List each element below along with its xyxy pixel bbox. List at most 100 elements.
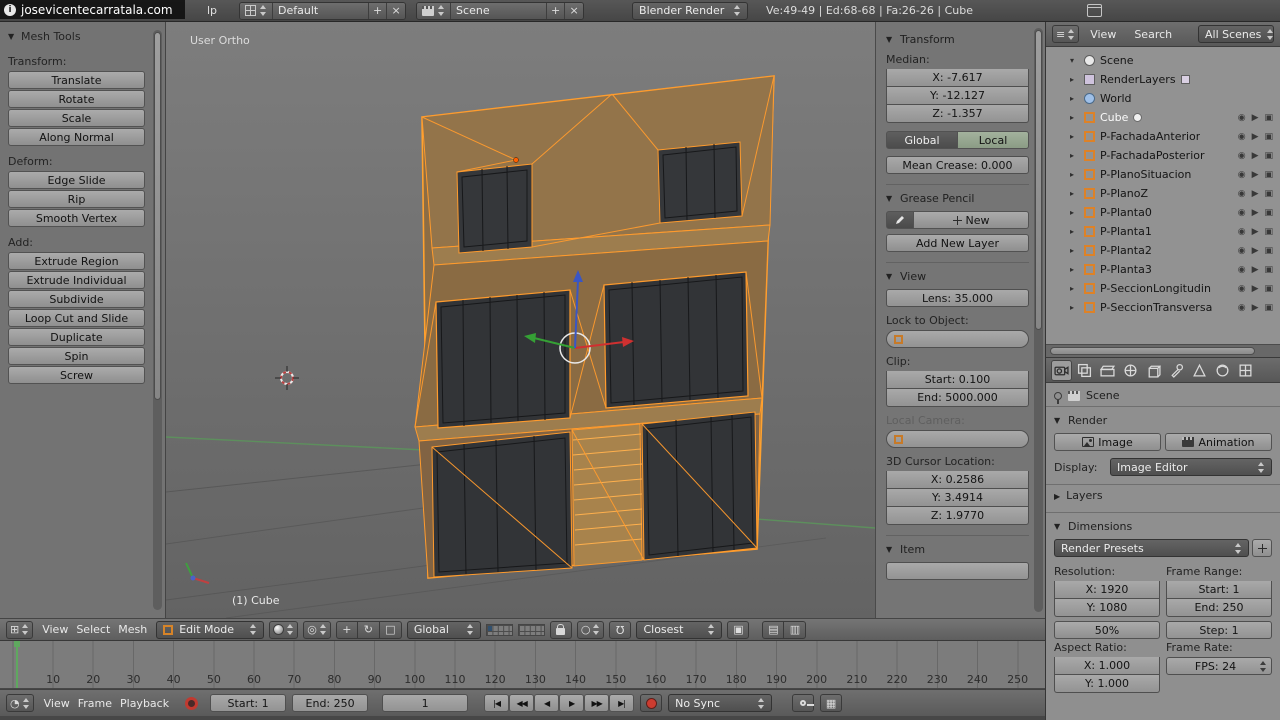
tool-button[interactable]: Rotate bbox=[8, 90, 145, 108]
space-global-button[interactable]: Global bbox=[886, 131, 958, 149]
jump-to-end-button[interactable]: ▶| bbox=[609, 694, 635, 712]
render-engine-dropdown[interactable]: Blender Render bbox=[632, 1, 749, 20]
header-menu[interactable]: Playback bbox=[116, 697, 173, 710]
grease-draw-button[interactable] bbox=[886, 211, 914, 229]
renderability-toggle[interactable] bbox=[1264, 303, 1273, 313]
renderability-toggle[interactable] bbox=[1264, 170, 1273, 180]
renderability-toggle[interactable] bbox=[1264, 227, 1273, 237]
viewport-canvas[interactable] bbox=[166, 22, 875, 618]
median-field[interactable]: X: -7.617 bbox=[886, 69, 1029, 87]
add-layout-button[interactable]: + bbox=[369, 2, 388, 19]
selectability-toggle[interactable] bbox=[1252, 208, 1259, 218]
play-reverse-button[interactable]: ◀ bbox=[534, 694, 560, 712]
outliner-row[interactable]: P-FachadaAnterior bbox=[1046, 127, 1280, 146]
selectability-toggle[interactable] bbox=[1252, 265, 1259, 275]
current-frame-indicator[interactable] bbox=[14, 641, 20, 688]
renderability-toggle[interactable] bbox=[1264, 132, 1273, 142]
snap-element-dropdown[interactable]: Closest bbox=[636, 620, 723, 639]
tool-button[interactable]: Smooth Vertex bbox=[8, 209, 145, 227]
outliner-row[interactable]: P-SeccionLongitudin bbox=[1046, 279, 1280, 298]
window-duplicate-icon[interactable] bbox=[1087, 4, 1102, 17]
mean-crease-field[interactable]: Mean Crease: 0.000 bbox=[886, 156, 1029, 174]
renderability-toggle[interactable] bbox=[1264, 284, 1273, 294]
tab-texture[interactable] bbox=[1235, 360, 1256, 381]
current-frame-field[interactable]: 1 bbox=[382, 694, 469, 712]
tab-object[interactable] bbox=[1143, 360, 1164, 381]
expand-toggle[interactable] bbox=[1070, 189, 1079, 198]
expand-toggle[interactable] bbox=[1070, 303, 1079, 312]
grease-new-button[interactable]: New bbox=[914, 211, 1029, 229]
frame-step-field[interactable]: Step: 1 bbox=[1166, 621, 1272, 639]
panel-item-header[interactable]: Item bbox=[886, 535, 1029, 556]
tool-shelf-scrollbar[interactable] bbox=[153, 30, 162, 610]
expand-toggle[interactable] bbox=[1070, 208, 1079, 217]
expand-toggle[interactable] bbox=[1070, 75, 1079, 84]
layers-grid-2[interactable] bbox=[517, 623, 545, 636]
outliner-row[interactable]: P-PlanoSituacion bbox=[1046, 165, 1280, 184]
scene-icon-segment[interactable] bbox=[417, 2, 452, 19]
header-menu[interactable]: View bbox=[1086, 28, 1120, 41]
render-animation-button[interactable]: Animation bbox=[1165, 433, 1272, 451]
render-image-button[interactable]: Image bbox=[1054, 433, 1161, 451]
tool-button[interactable]: Screw bbox=[8, 366, 145, 384]
lock-camera-button[interactable] bbox=[549, 620, 572, 639]
renderability-toggle[interactable] bbox=[1264, 151, 1273, 161]
render-presets-dropdown[interactable]: Render Presets bbox=[1054, 539, 1249, 557]
renderability-toggle[interactable] bbox=[1264, 265, 1273, 275]
snap-toggle-button[interactable]: Ω bbox=[609, 620, 632, 639]
insert-keyframe-button[interactable]: ▦ bbox=[820, 694, 843, 712]
add-new-layer-button[interactable]: Add New Layer bbox=[886, 234, 1029, 252]
expand-toggle[interactable] bbox=[1070, 151, 1079, 160]
tool-button[interactable]: Extrude Individual bbox=[8, 271, 145, 289]
add-preset-button[interactable] bbox=[1252, 539, 1272, 557]
display-mode-dropdown[interactable]: All Scenes bbox=[1198, 25, 1274, 43]
expand-toggle[interactable] bbox=[1070, 246, 1079, 255]
prev-keyframe-button[interactable]: ◀◀ bbox=[509, 694, 535, 712]
mode-dropdown[interactable]: Edit Mode bbox=[156, 620, 265, 639]
outliner-hscroll-thumb[interactable] bbox=[1050, 347, 1255, 355]
selectability-toggle[interactable] bbox=[1252, 284, 1259, 294]
expand-toggle[interactable] bbox=[1070, 265, 1079, 274]
renderability-toggle[interactable] bbox=[1264, 189, 1273, 199]
cursor-field[interactable]: Y: 3.4914 bbox=[886, 489, 1029, 507]
editor-type-button[interactable]: ≡ bbox=[1052, 25, 1080, 43]
editor-type-button[interactable]: ⊞ bbox=[6, 620, 34, 639]
space-local-button[interactable]: Local bbox=[958, 131, 1029, 149]
visibility-toggle[interactable] bbox=[1238, 265, 1246, 275]
record-button[interactable] bbox=[640, 694, 663, 712]
selectability-toggle[interactable] bbox=[1252, 113, 1259, 123]
rotate-manipulator-button[interactable]: ↻ bbox=[357, 620, 380, 639]
outliner-hscroll-track[interactable] bbox=[1046, 344, 1280, 357]
expand-toggle[interactable] bbox=[1070, 170, 1079, 179]
outliner-row[interactable]: Scene bbox=[1046, 51, 1280, 70]
tool-button[interactable]: Rip bbox=[8, 190, 145, 208]
pin-icon[interactable] bbox=[1054, 391, 1062, 404]
selectability-toggle[interactable] bbox=[1252, 189, 1259, 199]
delete-scene-button[interactable]: × bbox=[565, 2, 584, 19]
next-keyframe-button[interactable]: ▶▶ bbox=[584, 694, 610, 712]
resolution-field[interactable]: Y: 1080 bbox=[1054, 599, 1160, 617]
n-panel-scrollbar[interactable] bbox=[1034, 28, 1043, 612]
tool-button[interactable]: Spin bbox=[8, 347, 145, 365]
outliner-row[interactable]: P-FachadaPosterior bbox=[1046, 146, 1280, 165]
visibility-toggle[interactable] bbox=[1238, 151, 1246, 161]
header-menu[interactable]: Search bbox=[1130, 28, 1176, 41]
tab-render[interactable] bbox=[1051, 359, 1072, 381]
keying-set-button[interactable] bbox=[792, 694, 815, 712]
expand-toggle[interactable] bbox=[1070, 94, 1079, 103]
selectability-toggle[interactable] bbox=[1252, 170, 1259, 180]
editor-type-button[interactable]: ◔ bbox=[6, 694, 34, 712]
scale-manipulator-button[interactable]: □ bbox=[379, 620, 402, 639]
add-scene-button[interactable]: + bbox=[547, 2, 566, 19]
clip-field[interactable]: End: 5000.000 bbox=[886, 389, 1029, 407]
display-dropdown[interactable]: Image Editor bbox=[1110, 458, 1272, 476]
panel-render-header[interactable]: Render bbox=[1054, 414, 1272, 427]
expand-toggle[interactable] bbox=[1070, 56, 1079, 65]
fps-dropdown[interactable]: FPS: 24 bbox=[1166, 657, 1272, 675]
panel-transform-header[interactable]: Transform bbox=[886, 33, 1029, 46]
visibility-toggle[interactable] bbox=[1238, 227, 1246, 237]
tab-scene[interactable] bbox=[1097, 360, 1118, 381]
tool-button[interactable]: Edge Slide bbox=[8, 171, 145, 189]
panel-dimensions-header[interactable]: Dimensions bbox=[1054, 520, 1272, 533]
proportional-edit-dropdown[interactable]: ○ bbox=[576, 620, 605, 639]
